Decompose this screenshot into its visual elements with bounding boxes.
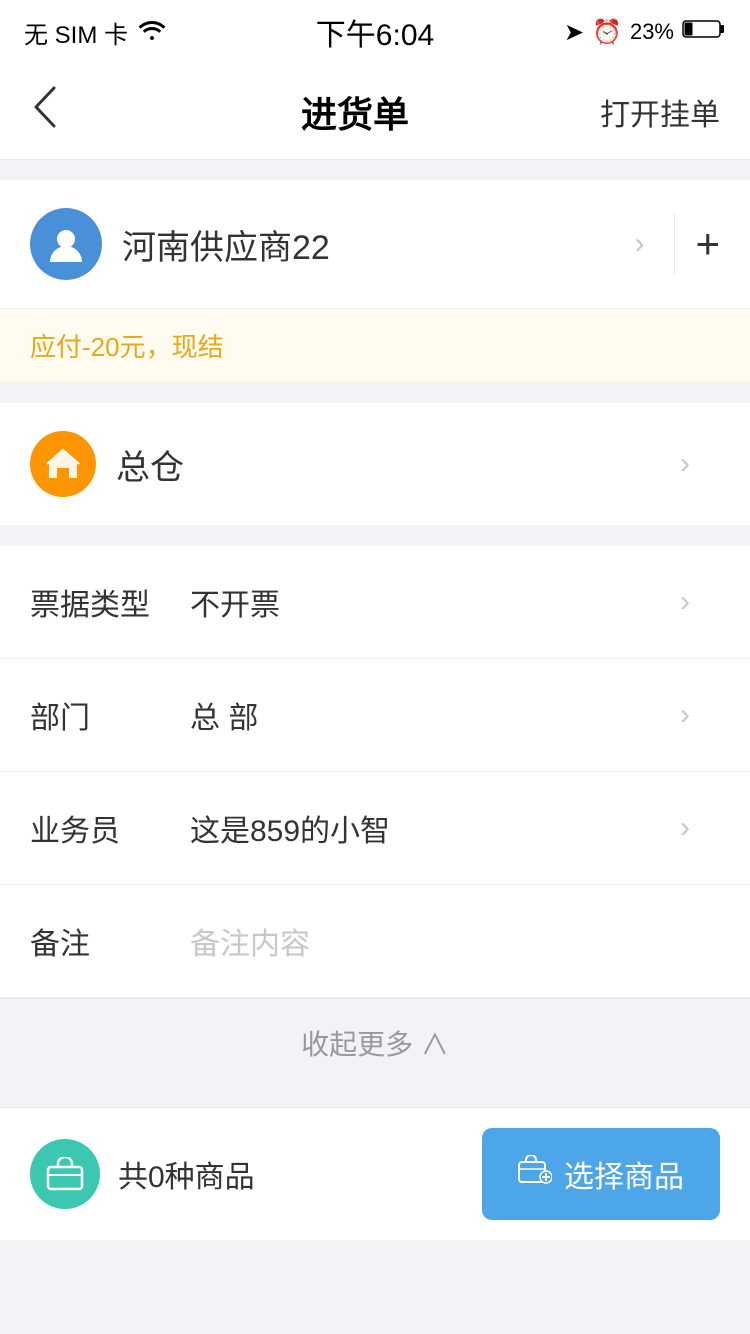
product-count-text: 共0种商品	[118, 1152, 255, 1196]
open-pending-button[interactable]: 打开挂单	[600, 90, 720, 134]
add-button[interactable]: +	[674, 214, 720, 274]
bottom-bar: 共0种商品 选择商品	[0, 1107, 750, 1240]
supplier-avatar	[30, 208, 102, 280]
form-section: 票据类型 不开票 › 部门 总 部 › 业务员 这是859的小智 › 备注 备注…	[0, 546, 750, 998]
warehouse-card: 总仓 ›	[0, 403, 750, 526]
divider-top	[0, 160, 750, 180]
invoice-type-chevron-icon: ›	[680, 585, 690, 619]
supplier-row[interactable]: 河南供应商22 › +	[0, 180, 750, 309]
invoice-type-row[interactable]: 票据类型 不开票 ›	[0, 546, 750, 659]
product-count-section: 共0种商品	[30, 1139, 255, 1209]
back-button[interactable]	[30, 84, 110, 139]
remark-label: 备注	[30, 919, 190, 963]
invoice-type-value: 不开票	[190, 580, 680, 624]
divider-warehouse	[0, 383, 750, 403]
invoice-type-label: 票据类型	[30, 580, 190, 624]
product-count-icon	[30, 1139, 100, 1209]
supplier-name: 河南供应商22	[122, 220, 634, 269]
warehouse-chevron-icon: ›	[680, 447, 690, 481]
remark-input[interactable]: 备注内容	[190, 919, 720, 963]
wifi-icon	[138, 18, 166, 47]
battery-icon	[682, 18, 726, 47]
department-chevron-icon: ›	[680, 698, 690, 732]
page-title: 进货单	[301, 86, 409, 138]
salesman-row[interactable]: 业务员 这是859的小智 ›	[0, 772, 750, 885]
salesman-label: 业务员	[30, 806, 190, 850]
select-product-icon	[518, 1155, 552, 1193]
status-right: ➤ ⏰ 23%	[564, 18, 726, 47]
carrier-label: 无 SIM 卡	[24, 15, 128, 50]
collapse-row[interactable]: 收起更多 ∧	[0, 998, 750, 1087]
supplier-chevron-icon: ›	[634, 227, 644, 261]
battery-label: 23%	[630, 19, 674, 45]
select-product-label: 选择商品	[564, 1152, 684, 1196]
alarm-icon: ⏰	[592, 18, 622, 47]
salesman-value: 这是859的小智	[190, 806, 680, 850]
status-left: 无 SIM 卡	[24, 15, 166, 50]
warehouse-row[interactable]: 总仓 ›	[0, 403, 750, 526]
supplier-notice: 应付-20元，现结	[0, 309, 750, 383]
nav-bar: 进货单 打开挂单	[0, 64, 750, 160]
page-content: 河南供应商22 › + 应付-20元，现结 总仓 › 票据类型 不开票 ›	[0, 160, 750, 1334]
status-bar: 无 SIM 卡 下午6:04 ➤ ⏰ 23%	[0, 0, 750, 64]
department-row[interactable]: 部门 总 部 ›	[0, 659, 750, 772]
select-product-button[interactable]: 选择商品	[482, 1128, 720, 1220]
department-label: 部门	[30, 693, 190, 737]
salesman-chevron-icon: ›	[680, 811, 690, 845]
supplier-card: 河南供应商22 › + 应付-20元，现结	[0, 180, 750, 383]
warehouse-icon	[30, 431, 96, 497]
location-icon: ➤	[564, 18, 584, 47]
department-value: 总 部	[190, 693, 680, 737]
remark-row[interactable]: 备注 备注内容	[0, 885, 750, 998]
warehouse-name: 总仓	[116, 440, 680, 489]
status-time: 下午6:04	[316, 10, 434, 54]
collapse-label: 收起更多 ∧	[301, 1029, 449, 1060]
